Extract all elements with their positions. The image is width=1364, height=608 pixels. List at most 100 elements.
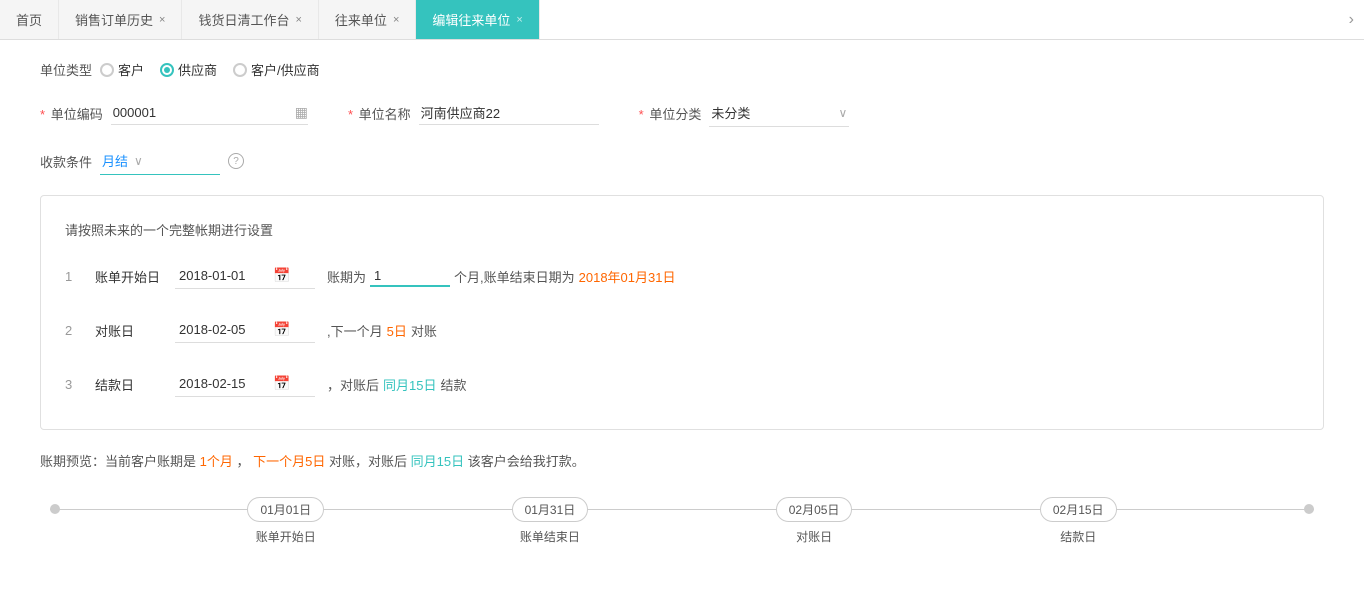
row-3-highlight: 同月15日 — [383, 375, 436, 394]
payment-terms-label: 收款条件 — [40, 152, 92, 171]
unit-name-star: * — [348, 107, 353, 122]
row-3-date-field[interactable] — [179, 376, 269, 391]
payment-terms-group: 收款条件 月结 ∨ ? — [40, 147, 244, 175]
row-2-num: 2 — [65, 323, 95, 338]
tab-sales-history-close[interactable]: × — [159, 14, 165, 26]
row-2-desc-prefix: ,下一个月 — [327, 321, 383, 340]
row-1-desc-prefix: 账期为 — [327, 267, 366, 286]
unit-info-row: * 单位编码 ▦ * 单位名称 * 单位分类 未分类 ∨ — [40, 99, 1324, 127]
tab-home[interactable]: 首页 — [0, 0, 59, 39]
tab-home-label: 首页 — [16, 10, 42, 29]
row-3-num: 3 — [65, 377, 95, 392]
row-1-label: 账单开始日 — [95, 267, 175, 286]
unit-category-star: * — [639, 107, 644, 122]
preview-middle: 对账，对账后 — [329, 454, 407, 469]
radio-customer[interactable]: 客户 — [100, 60, 144, 79]
row-2-desc-suffix: 对账 — [411, 321, 437, 340]
settings-section: 请按照未来的一个完整帐期进行设置 1 账单开始日 📅 账期为 个月,账单结束日期… — [40, 195, 1324, 430]
tab-cash-work[interactable]: 钱货日清工作台 × — [182, 0, 318, 39]
main-content: 单位类型 客户 供应商 客户/供应商 * 单位编码 — [0, 40, 1364, 608]
unit-code-input[interactable] — [111, 101, 291, 124]
radio-supplier-circle — [160, 63, 174, 77]
setting-row-2: 2 对账日 📅 ,下一个月 5日 对账 — [65, 317, 1299, 343]
row-1-date-field[interactable] — [179, 268, 269, 283]
payment-terms-row: 收款条件 月结 ∨ ? — [40, 147, 1324, 175]
preview-part2: 下一个月5日 — [253, 454, 325, 469]
timeline-node-2-label: 账单结束日 — [520, 528, 580, 545]
payment-terms-help-icon[interactable]: ? — [228, 153, 244, 169]
tab-sales-history[interactable]: 销售订单历史 × — [59, 0, 182, 39]
row-2-desc: ,下一个月 5日 对账 — [327, 321, 437, 340]
radio-both-circle — [233, 63, 247, 77]
timeline-node-2: 01月31日 账单结束日 — [512, 497, 589, 545]
row-1-period-input[interactable] — [370, 266, 450, 287]
payment-terms-select[interactable]: 月结 ∨ — [100, 147, 220, 175]
timeline-node-4: 02月15日 结款日 — [1040, 497, 1117, 545]
tab-partner-close[interactable]: × — [393, 14, 399, 26]
tab-bar: 首页 销售订单历史 × 钱货日清工作台 × 往来单位 × 编辑往来单位 × › — [0, 0, 1364, 40]
preview-comma1: ， — [237, 454, 250, 469]
tab-partner-label: 往来单位 — [335, 10, 387, 29]
timeline-start-dot — [50, 504, 60, 514]
timeline-node-1-label: 账单开始日 — [256, 528, 316, 545]
tab-edit-partner[interactable]: 编辑往来单位 × — [416, 0, 539, 39]
unit-category-chevron-icon: ∨ — [839, 106, 848, 120]
radio-both-label: 客户/供应商 — [251, 60, 320, 79]
payment-terms-value: 月结 — [100, 147, 130, 174]
row-1-desc: 账期为 个月,账单结束日期为 2018年01月31日 — [327, 266, 675, 287]
row-2-highlight: 5日 — [387, 321, 407, 340]
preview-section: 账期预览：当前客户账期是 1个月 ， 下一个月5日 对账，对账后 同月15日 该… — [40, 450, 1324, 473]
section-title: 请按照未来的一个完整帐期进行设置 — [65, 220, 1299, 239]
tab-arrow[interactable]: › — [1339, 0, 1364, 39]
row-1-num: 1 — [65, 269, 95, 284]
row-2-calendar-icon[interactable]: 📅 — [273, 321, 290, 338]
timeline-node-4-pill: 02月15日 — [1040, 497, 1117, 522]
unit-code-star: * — [40, 107, 45, 122]
unit-category-dropdown[interactable]: 未分类 ∨ — [709, 99, 849, 127]
setting-row-3: 3 结款日 📅 ，对账后 同月15日 结款 — [65, 371, 1299, 397]
radio-group: 客户 供应商 客户/供应商 — [100, 60, 320, 79]
row-3-desc-suffix: 结款 — [440, 375, 466, 394]
unit-name-label: * 单位名称 — [348, 104, 411, 123]
unit-code-label: * 单位编码 — [40, 104, 103, 123]
tab-edit-partner-label: 编辑往来单位 — [432, 10, 510, 29]
row-1-date-input: 📅 — [175, 263, 315, 289]
tab-sales-history-label: 销售订单历史 — [75, 10, 153, 29]
radio-both[interactable]: 客户/供应商 — [233, 60, 320, 79]
row-3-date-input: 📅 — [175, 371, 315, 397]
timeline-node-2-pill: 01月31日 — [512, 497, 589, 522]
row-1-calendar-icon[interactable]: 📅 — [273, 267, 290, 284]
tab-edit-partner-close[interactable]: × — [516, 14, 522, 26]
unit-name-group: * 单位名称 — [348, 101, 599, 125]
unit-category-group: * 单位分类 未分类 ∨ — [639, 99, 850, 127]
preview-suffix: 该客户会给我打款。 — [468, 454, 585, 469]
setting-row-1: 1 账单开始日 📅 账期为 个月,账单结束日期为 2018年01月31日 — [65, 263, 1299, 289]
radio-customer-circle — [100, 63, 114, 77]
timeline-node-1-pill: 01月01日 — [247, 497, 324, 522]
tab-cash-work-label: 钱货日清工作台 — [198, 10, 289, 29]
radio-customer-label: 客户 — [118, 60, 144, 79]
unit-category-value: 未分类 — [711, 103, 838, 122]
unit-code-group: * 单位编码 ▦ — [40, 101, 308, 125]
preview-part3: 同月15日 — [411, 454, 464, 469]
radio-supplier[interactable]: 供应商 — [160, 60, 217, 79]
timeline-node-1: 01月01日 账单开始日 — [247, 497, 324, 545]
row-3-label: 结款日 — [95, 375, 175, 394]
unit-type-row: 单位类型 客户 供应商 客户/供应商 — [40, 60, 1324, 79]
payment-terms-chevron-icon: ∨ — [134, 154, 143, 168]
row-2-date-field[interactable] — [179, 322, 269, 337]
tab-cash-work-close[interactable]: × — [295, 14, 301, 26]
unit-code-calendar-icon[interactable]: ▦ — [295, 104, 308, 121]
radio-supplier-label: 供应商 — [178, 60, 217, 79]
row-2-date-input: 📅 — [175, 317, 315, 343]
row-2-label: 对账日 — [95, 321, 175, 340]
row-1-desc-suffix: 个月,账单结束日期为 — [454, 267, 575, 286]
preview-label: 账期预览：当前客户账期是 — [40, 454, 196, 469]
row-3-calendar-icon[interactable]: 📅 — [273, 375, 290, 392]
timeline-node-3: 02月05日 对账日 — [776, 497, 853, 545]
preview-part1: 1个月 — [200, 454, 233, 469]
row-1-date-highlight: 2018年01月31日 — [579, 267, 676, 286]
timeline-end-circle — [1304, 504, 1314, 514]
unit-name-input[interactable] — [419, 101, 599, 125]
tab-partner[interactable]: 往来单位 × — [319, 0, 416, 39]
